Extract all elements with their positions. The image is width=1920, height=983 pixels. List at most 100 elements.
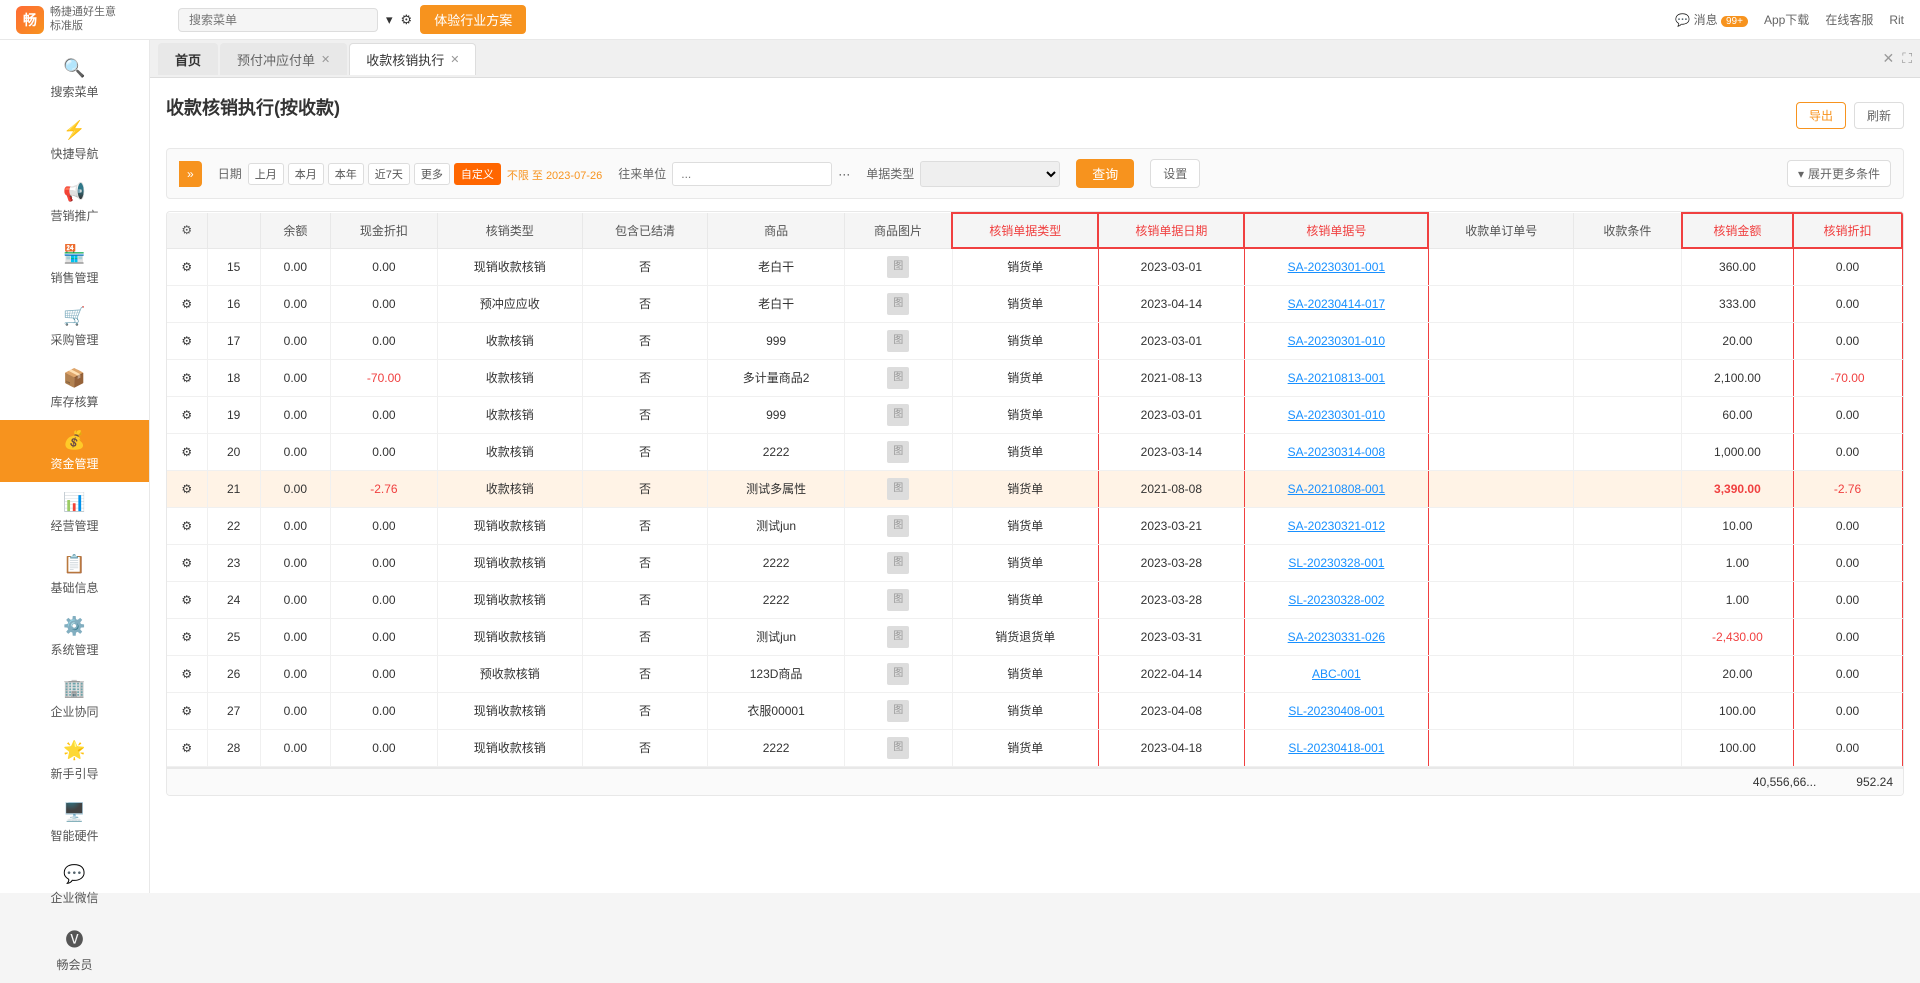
setting-button[interactable]: 设置 <box>1150 159 1200 188</box>
query-button[interactable]: 查询 <box>1076 159 1134 188</box>
sidebar-item-operations[interactable]: 📊 经营管理 <box>0 482 149 544</box>
online-service-link[interactable]: 在线客服 <box>1825 11 1873 28</box>
sidebar-item-inventory[interactable]: 📦 库存核算 <box>0 358 149 420</box>
cell-gear[interactable]: ⚙ <box>167 248 207 285</box>
voucher-no-link[interactable]: SA-20230331-026 <box>1288 630 1385 644</box>
voucher-type-select[interactable] <box>920 161 1060 187</box>
tab-maximize-icon[interactable]: ⛶ <box>1902 50 1912 67</box>
th-gear[interactable]: ⚙ <box>167 213 207 248</box>
sidebar-item-enterprise[interactable]: 🏢 企业协同 <box>0 668 149 730</box>
tab-receipts[interactable]: 收款核销执行 ✕ <box>349 43 476 75</box>
cell-gear[interactable]: ⚙ <box>167 322 207 359</box>
tab-home[interactable]: 首页 <box>158 43 218 75</box>
voucher-no-link[interactable]: SL-20230408-001 <box>1288 704 1384 718</box>
gear-icon[interactable]: ⚙ <box>401 12 413 28</box>
cell-gear[interactable]: ⚙ <box>167 433 207 470</box>
voucher-no-link[interactable]: SL-20230418-001 <box>1288 741 1384 755</box>
cell-gear[interactable]: ⚙ <box>167 396 207 433</box>
cell-voucher-no[interactable]: ABC-001 <box>1244 655 1428 692</box>
date-buttons: 上月 本月 本年 近7天 更多 自定义 <box>248 163 501 185</box>
logo: 畅 畅捷通好生意 标准版 <box>16 6 166 34</box>
cell-gear[interactable]: ⚙ <box>167 285 207 322</box>
filter-expand-button[interactable]: » <box>179 161 202 187</box>
cell-voucher-no[interactable]: SA-20230314-008 <box>1244 433 1428 470</box>
expand-more-button[interactable]: ▾ 展开更多条件 <box>1787 160 1891 187</box>
cell-gear[interactable]: ⚙ <box>167 359 207 396</box>
voucher-no-link[interactable]: ABC-001 <box>1312 667 1361 681</box>
date-last-month[interactable]: 上月 <box>248 163 284 185</box>
sidebar-item-system[interactable]: ⚙️ 系统管理 <box>0 606 149 668</box>
cell-voucher-no[interactable]: SL-20230408-001 <box>1244 692 1428 729</box>
search-input[interactable] <box>178 8 378 32</box>
cell-gear[interactable]: ⚙ <box>167 655 207 692</box>
sidebar-item-purchase[interactable]: 🛒 采购管理 <box>0 296 149 358</box>
voucher-no-link[interactable]: SA-20230301-010 <box>1288 334 1385 348</box>
voucher-no-link[interactable]: SA-20210813-001 <box>1288 371 1385 385</box>
cell-voucher-no[interactable]: SA-20230321-012 <box>1244 507 1428 544</box>
sidebar-item-marketing[interactable]: 📢 营销推广 <box>0 172 149 234</box>
refresh-button[interactable]: 刷新 <box>1854 102 1904 129</box>
cell-verify-type: 现销收款核销 <box>438 692 583 729</box>
sidebar-item-basic[interactable]: 📋 基础信息 <box>0 544 149 606</box>
cell-voucher-no[interactable]: SA-20210813-001 <box>1244 359 1428 396</box>
product-image-icon: 图 <box>887 478 909 500</box>
tab-minimize-icon[interactable]: ✕ <box>1882 50 1894 67</box>
voucher-no-link[interactable]: SA-20230414-017 <box>1288 297 1385 311</box>
cell-gear[interactable]: ⚙ <box>167 544 207 581</box>
sidebar-item-sales[interactable]: 🏪 销售管理 <box>0 234 149 296</box>
cell-verify-type: 现销收款核销 <box>438 729 583 766</box>
table-row: ⚙ 21 0.00 -2.76 收款核销 否 测试多属性 图 销货单 2021-… <box>167 470 1902 507</box>
cell-voucher-no[interactable]: SA-20230331-026 <box>1244 618 1428 655</box>
cell-voucher-no[interactable]: SA-20210808-001 <box>1244 470 1428 507</box>
message-icon[interactable]: 💬 消息 99+ <box>1675 11 1748 28</box>
cell-verify-amount: 60.00 <box>1682 396 1793 433</box>
voucher-no-link[interactable]: SA-20230301-010 <box>1288 408 1385 422</box>
cell-gear[interactable]: ⚙ <box>167 729 207 766</box>
date-custom[interactable]: 自定义 <box>454 163 501 185</box>
cell-voucher-no[interactable]: SL-20230328-001 <box>1244 544 1428 581</box>
export-button[interactable]: 导出 <box>1796 102 1846 129</box>
voucher-no-link[interactable]: SA-20230301-001 <box>1288 260 1385 274</box>
cell-verify-type: 收款核销 <box>438 396 583 433</box>
date-last-7days[interactable]: 近7天 <box>368 163 410 185</box>
sidebar-item-member[interactable]: 🅥 畅会员 <box>0 916 149 983</box>
cell-balance: 0.00 <box>260 433 330 470</box>
cell-seq: 28 <box>207 729 260 766</box>
voucher-no-link[interactable]: SL-20230328-002 <box>1288 593 1384 607</box>
voucher-no-link[interactable]: SL-20230328-001 <box>1288 556 1384 570</box>
cell-gear[interactable]: ⚙ <box>167 581 207 618</box>
tab-receipts-close-icon[interactable]: ✕ <box>450 53 459 66</box>
industry-solution-button[interactable]: 体验行业方案 <box>420 5 526 34</box>
cell-voucher-no[interactable]: SL-20230418-001 <box>1244 729 1428 766</box>
sidebar-item-guide[interactable]: 🌟 新手引导 <box>0 730 149 792</box>
cell-gear[interactable]: ⚙ <box>167 618 207 655</box>
date-more[interactable]: 更多 <box>414 163 450 185</box>
cell-product: 老白干 <box>708 285 844 322</box>
voucher-no-link[interactable]: SA-20210808-001 <box>1288 482 1385 496</box>
cell-voucher-no[interactable]: SA-20230414-017 <box>1244 285 1428 322</box>
voucher-no-link[interactable]: SA-20230314-008 <box>1288 445 1385 459</box>
cell-gear[interactable]: ⚙ <box>167 692 207 729</box>
sidebar-item-search[interactable]: 🔍 搜索菜单 <box>0 48 149 110</box>
date-this-month[interactable]: 本月 <box>288 163 324 185</box>
date-label: 日期 <box>218 165 242 182</box>
date-this-year[interactable]: 本年 <box>328 163 364 185</box>
cell-voucher-no[interactable]: SA-20230301-001 <box>1244 248 1428 285</box>
cell-gear[interactable]: ⚙ <box>167 470 207 507</box>
cell-voucher-no[interactable]: SL-20230328-002 <box>1244 581 1428 618</box>
verify-discount-total: 952.24 <box>1856 775 1893 789</box>
app-download-link[interactable]: App下载 <box>1764 11 1809 28</box>
cell-gear[interactable]: ⚙ <box>167 507 207 544</box>
tab-prepay[interactable]: 预付冲应付单 ✕ <box>220 43 347 75</box>
partner-more-icon[interactable]: ··· <box>838 167 850 181</box>
cell-voucher-type: 销货单 <box>952 507 1098 544</box>
sidebar-item-wechat[interactable]: 💬 企业微信 <box>0 854 149 916</box>
sidebar-item-hardware[interactable]: 🖥️ 智能硬件 <box>0 792 149 854</box>
sidebar-item-quick-nav[interactable]: ⚡ 快捷导航 <box>0 110 149 172</box>
tab-prepay-close-icon[interactable]: ✕ <box>321 53 330 66</box>
voucher-no-link[interactable]: SA-20230321-012 <box>1288 519 1385 533</box>
sidebar-item-finance[interactable]: 💰 资金管理 <box>0 420 149 482</box>
cell-voucher-no[interactable]: SA-20230301-010 <box>1244 322 1428 359</box>
cell-voucher-no[interactable]: SA-20230301-010 <box>1244 396 1428 433</box>
partner-input[interactable] <box>672 162 832 186</box>
